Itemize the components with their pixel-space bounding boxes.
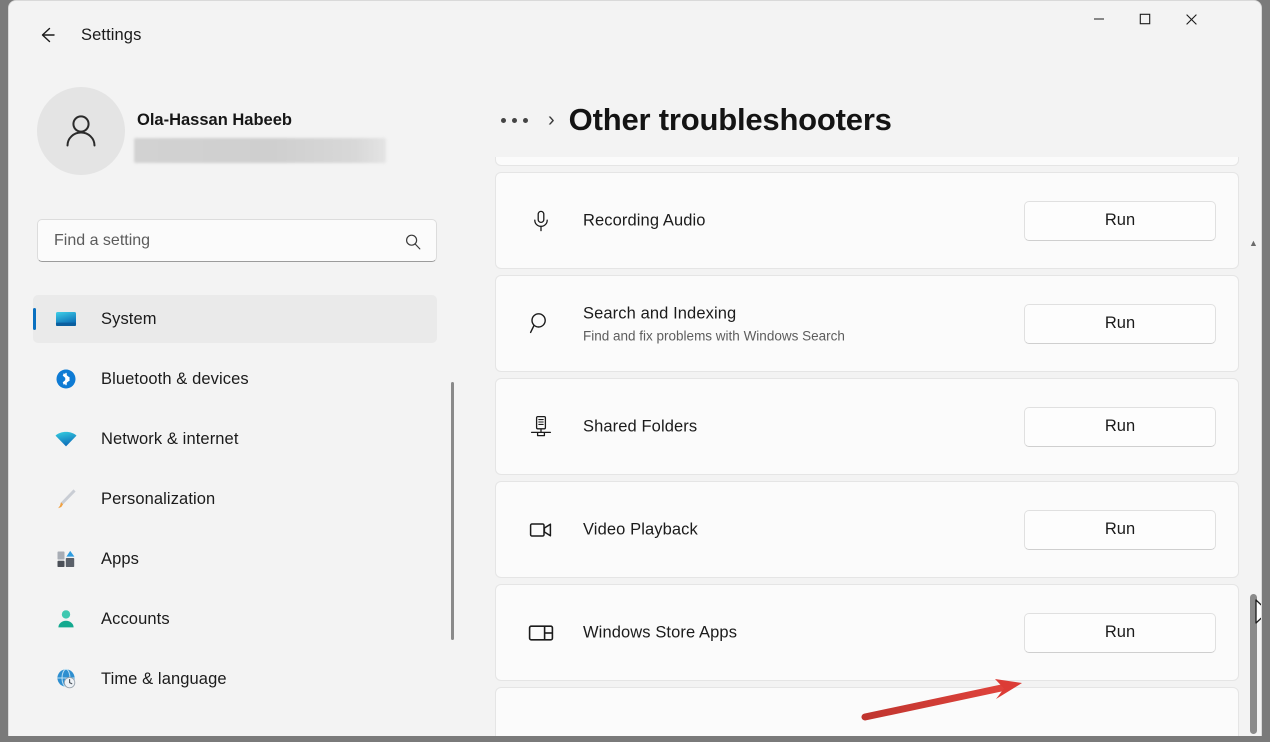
sidebar-item-network-internet[interactable]: Network & internet [33,415,437,463]
maximize-button[interactable] [1122,1,1168,37]
list-item-text: Recording Audio [583,211,706,230]
run-button[interactable]: Run [1024,509,1216,550]
search-box[interactable] [37,219,437,262]
list-item[interactable]: Shared Folders Run [495,378,1239,475]
sidebar-item-label: Accounts [101,609,170,628]
main-scrollbar-thumb[interactable] [1250,594,1257,734]
microphone-icon [526,206,556,236]
sidebar-item-bluetooth-devices[interactable]: Bluetooth & devices [33,355,437,403]
breadcrumb: › Other troubleshooters [495,91,892,149]
search-magnifier-icon [526,309,556,339]
sidebar-item-time-language[interactable]: Time & language [33,655,437,703]
maximize-icon [1139,13,1151,25]
list-item-text: Search and Indexing Find and fix problem… [583,304,845,343]
sidebar-item-system[interactable]: System [33,295,437,343]
list-item[interactable] [495,687,1239,736]
profile-name: Ola-Hassan Habeeb [137,111,292,129]
list-item-subtitle: Find and fix problems with Windows Searc… [583,328,845,343]
sidebar-item-label: Apps [101,549,140,568]
ellipsis-icon[interactable] [495,110,534,131]
person-avatar-icon [66,115,96,147]
clock-globe-icon [51,667,81,691]
run-button[interactable]: Run [1024,406,1216,447]
sidebar-item-accounts[interactable]: Accounts [33,595,437,643]
ellipsis-dot [501,117,506,123]
apps-grid-icon [51,547,81,571]
page-title: Other troubleshooters [568,102,892,137]
list-item[interactable]: Recording Audio Run [495,172,1239,269]
ellipsis-dot [523,117,528,123]
sidebar-item-label: Personalization [101,489,216,508]
user-profile[interactable]: Ola-Hassan Habeeb [37,87,437,177]
avatar [37,87,125,175]
sidebar: Ola-Hassan Habeeb Find a setting System … [9,69,473,736]
network-server-icon [526,412,556,442]
sidebar-scrollbar-thumb[interactable] [451,382,454,640]
account-person-icon [51,607,81,631]
profile-email-redacted [134,138,386,163]
sidebar-item-label: Network & internet [101,429,239,448]
split-pane-icon [526,618,556,648]
minimize-button[interactable] [1076,1,1122,37]
minimize-icon [1094,18,1104,20]
system-monitor-icon [51,306,81,332]
sidebar-item-personalization[interactable]: Personalization [33,475,437,523]
sidebar-item-label: System [101,309,157,328]
sidebar-item-label: Bluetooth & devices [101,369,249,388]
list-item-title: Windows Store Apps [583,623,738,641]
main-scrollbar[interactable]: ▲ ▼ [1245,157,1261,736]
settings-window: Settings Ola-Hassan Habeeb Find a settin… [8,0,1262,736]
list-item[interactable]: Windows Store Apps Run [495,584,1239,681]
list-item[interactable]: Search and Indexing Find and fix problem… [495,275,1239,372]
sidebar-nav: System Bluetooth & devices Network & int… [9,295,473,736]
paintbrush-icon [51,486,81,512]
back-button[interactable] [27,17,67,53]
arrow-left-icon [41,27,55,43]
list-item-text: Shared Folders [583,417,697,436]
run-button[interactable]: Run [1024,200,1216,241]
troubleshooter-scroll-area: Recording Audio Run Search and Indexing [473,157,1261,736]
bluetooth-icon [51,367,81,391]
list-item[interactable] [495,157,1239,166]
run-button[interactable]: Run [1024,303,1216,344]
wifi-icon [51,426,81,452]
list-item-title: Recording Audio [583,211,706,229]
list-item-title: Search and Indexing [583,304,737,322]
close-button[interactable] [1168,1,1214,37]
app-title: Settings [81,26,142,44]
list-item[interactable]: Video Playback Run [495,481,1239,578]
selection-accent-bar [33,308,36,330]
title-bar: Settings [9,1,1261,69]
chevron-right-icon: › [548,109,555,131]
search-magnifier-glyph [405,234,421,250]
troubleshooter-list: Recording Audio Run Search and Indexing [495,157,1239,736]
ellipsis-dot [512,117,517,123]
list-item-title: Shared Folders [583,417,698,435]
run-button[interactable]: Run [1024,612,1216,653]
search-icon[interactable] [400,229,426,255]
list-item-title: Video Playback [583,520,698,538]
scroll-up-arrow[interactable]: ▲ [1245,232,1261,254]
main-content: › Other troubleshooters Recording Audio … [473,69,1261,736]
close-icon [1185,13,1197,25]
sidebar-item-apps[interactable]: Apps [33,535,437,583]
list-item-text: Windows Store Apps [583,623,737,642]
list-item-text: Video Playback [583,520,698,539]
search-input[interactable] [38,220,396,261]
sidebar-item-label: Time & language [101,669,227,688]
video-camera-icon [526,515,556,545]
